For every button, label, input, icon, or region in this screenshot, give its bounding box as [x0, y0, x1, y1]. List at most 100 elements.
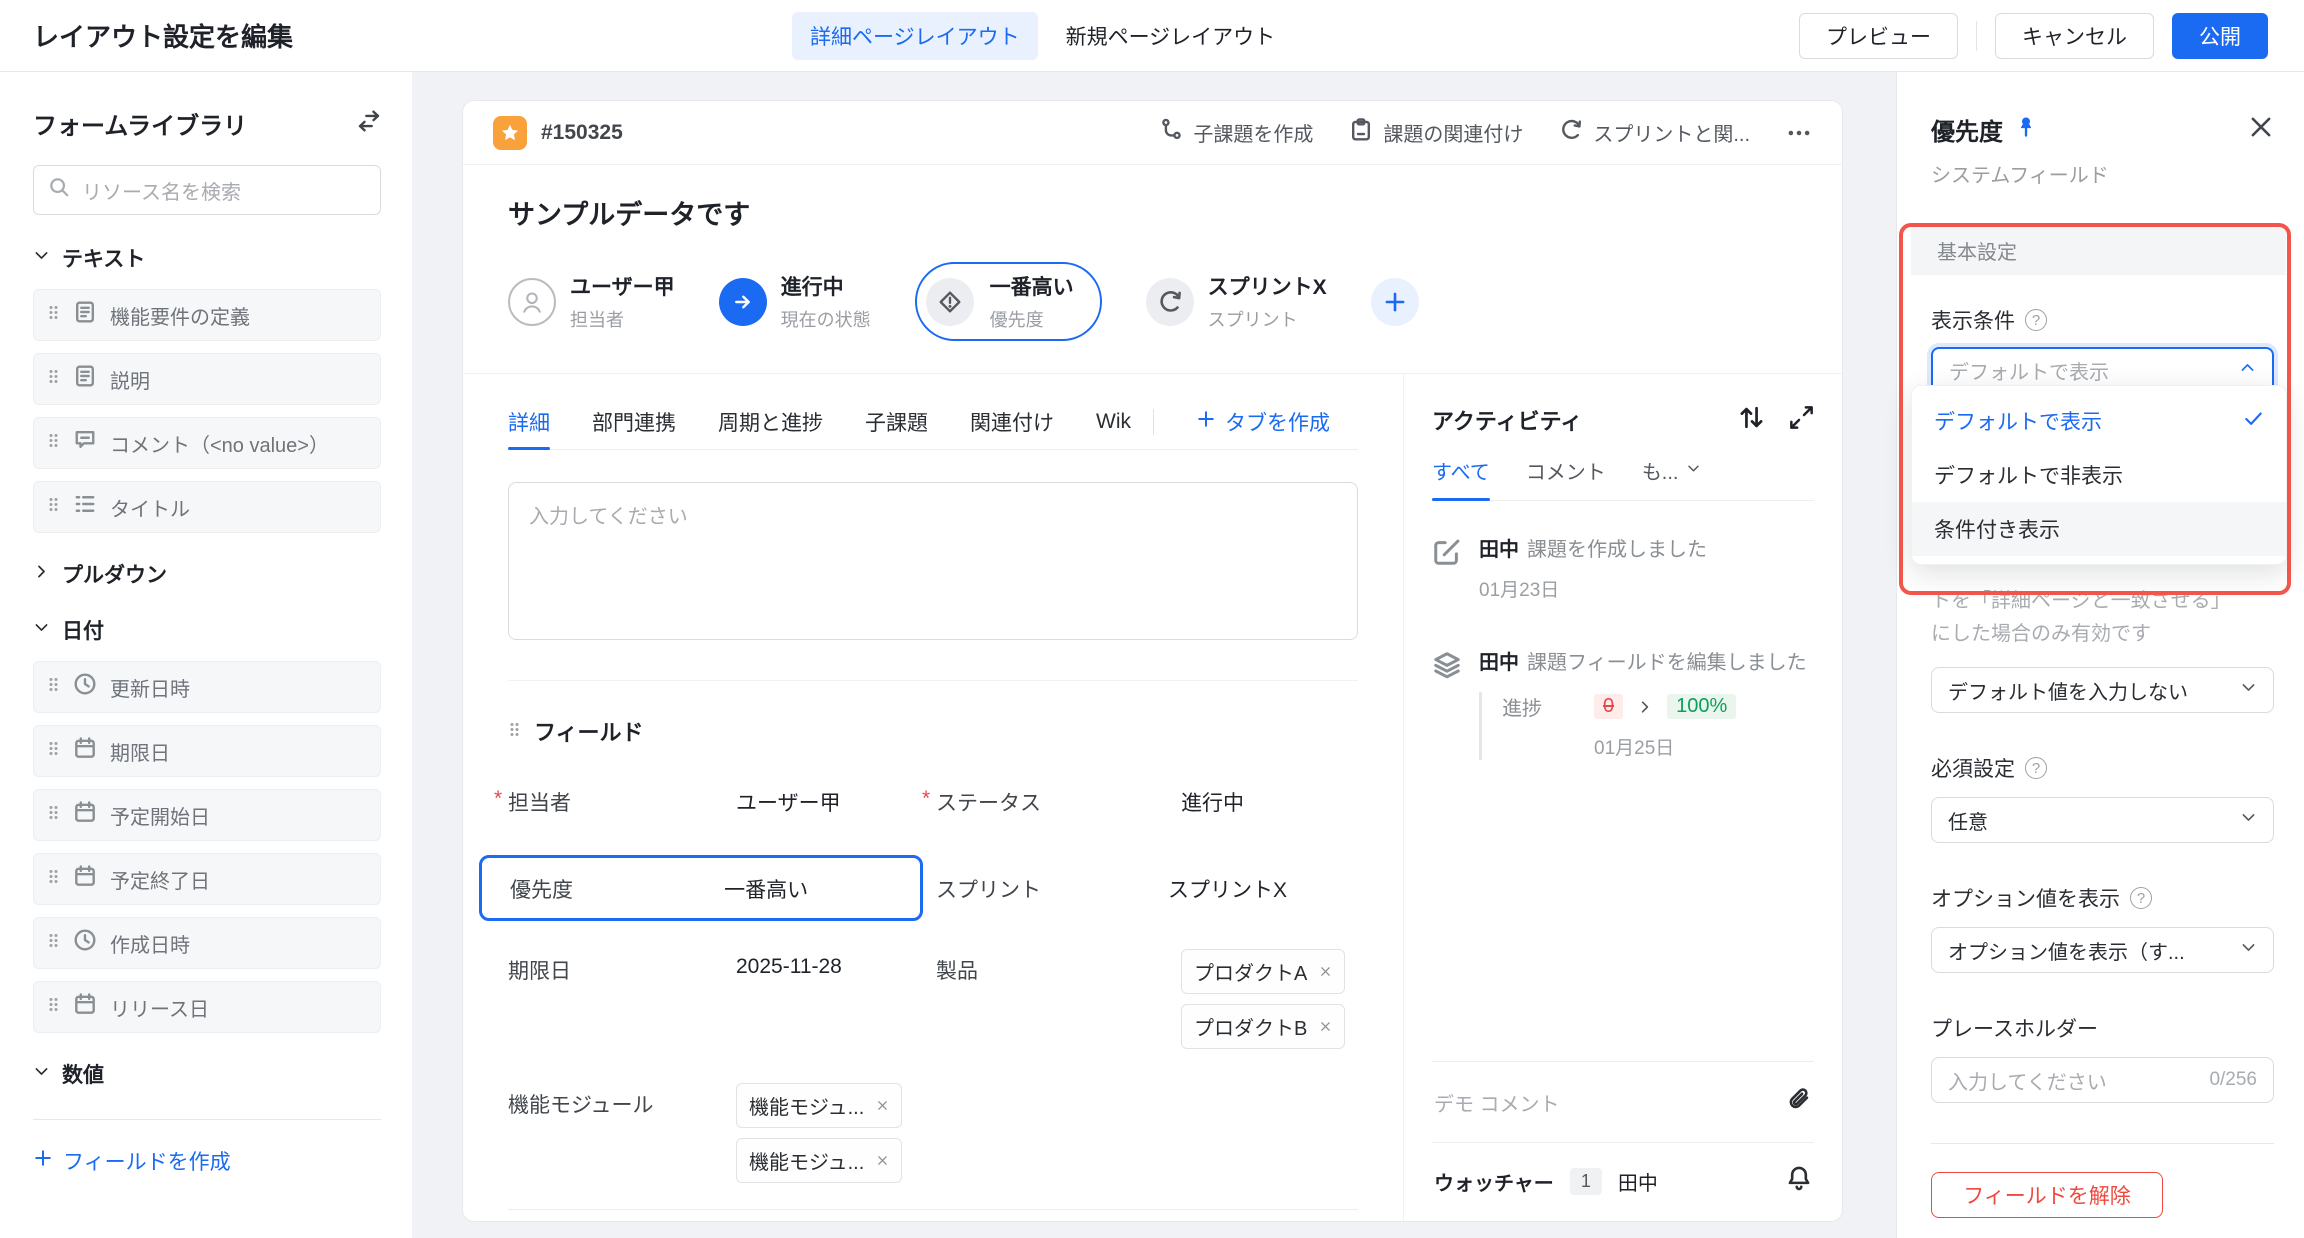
- cancel-button[interactable]: キャンセル: [1995, 12, 2154, 59]
- help-question-icon[interactable]: [2025, 757, 2047, 779]
- tab-department[interactable]: 部門連携: [592, 394, 676, 449]
- tab-new-page-layout[interactable]: 新規ページレイアウト: [1048, 12, 1294, 60]
- chevron-down-icon: [33, 246, 50, 270]
- drag-handle-icon[interactable]: [47, 932, 60, 955]
- product-tag[interactable]: プロダクトB: [1181, 1004, 1346, 1049]
- drag-handle-icon[interactable]: [47, 496, 60, 519]
- remove-tag-icon[interactable]: [876, 1099, 889, 1112]
- create-tab-button[interactable]: タブを作成: [1196, 407, 1330, 437]
- module-tag[interactable]: 機能モジュ...: [736, 1083, 903, 1128]
- drag-handle-icon[interactable]: [47, 868, 60, 891]
- library-item-updated-time[interactable]: 更新日時: [33, 661, 381, 713]
- tab-cycle-progress[interactable]: 周期と進捗: [718, 394, 823, 449]
- priority-chip-selected[interactable]: 一番高い 優先度: [914, 262, 1102, 341]
- settings-field-type: システムフィールド: [1931, 165, 2109, 187]
- collapse-library-icon[interactable]: [357, 109, 381, 138]
- attachment-paperclip-icon[interactable]: [1786, 1086, 1812, 1118]
- page-title: レイアウト設定を編集: [33, 22, 294, 52]
- activity-tab-comments[interactable]: コメント: [1526, 456, 1606, 500]
- option-show-by-default[interactable]: デフォルトで表示: [1912, 394, 2286, 448]
- clipboard-link-icon: [1349, 117, 1373, 148]
- description-editor[interactable]: 入力してください: [508, 482, 1358, 640]
- activity-tab-more[interactable]: も...: [1642, 456, 1702, 500]
- required-setting-select[interactable]: 任意: [1931, 797, 2274, 843]
- status-chip[interactable]: 進行中 現在の状態: [718, 271, 871, 332]
- sprint-link-button[interactable]: スプリントと関...: [1559, 118, 1750, 148]
- field-value-status[interactable]: 進行中: [1181, 785, 1358, 817]
- drag-handle-icon[interactable]: [47, 432, 60, 455]
- preview-button[interactable]: プレビュー: [1799, 12, 1958, 59]
- remove-tag-icon[interactable]: [1319, 965, 1332, 978]
- section-text[interactable]: テキスト: [33, 243, 381, 273]
- section-number[interactable]: 数値: [33, 1059, 381, 1089]
- priority-field-selected[interactable]: 優先度 一番高い: [479, 855, 923, 921]
- activity-user[interactable]: 田中: [1479, 652, 1519, 674]
- bell-icon[interactable]: [1786, 1165, 1812, 1197]
- product-tag[interactable]: プロダクトA: [1181, 949, 1346, 994]
- library-item-title[interactable]: タイトル: [33, 481, 381, 533]
- assignee-chip[interactable]: ユーザー甲 担当者: [508, 271, 675, 332]
- create-field-button[interactable]: フィールドを作成: [33, 1146, 381, 1176]
- field-value-sprint[interactable]: スプリントX: [1168, 872, 1358, 904]
- publish-button[interactable]: 公開: [2172, 12, 2268, 59]
- drag-handle-icon[interactable]: [508, 718, 521, 744]
- search-input[interactable]: リソース名を検索: [33, 165, 381, 215]
- form-library-sidebar: フォームライブラリ リソース名を検索 テキスト 機能要件の定義 説明 コメント（…: [0, 72, 412, 1238]
- field-value-assignee[interactable]: ユーザー甲: [736, 785, 936, 817]
- drag-handle-icon[interactable]: [47, 740, 60, 763]
- option-value-display-select[interactable]: オプション値を表示（す...: [1931, 927, 2274, 973]
- remove-tag-icon[interactable]: [1319, 1020, 1332, 1033]
- drag-handle-icon[interactable]: [47, 676, 60, 699]
- drag-handle-icon[interactable]: [47, 368, 60, 391]
- placeholder-input[interactable]: 入力してください 0/256: [1931, 1057, 2274, 1103]
- required-marker: *: [922, 787, 931, 810]
- activity-entry: 田中 課題を作成しました 01月23日: [1432, 535, 1814, 602]
- activity-tab-all[interactable]: すべて: [1432, 456, 1490, 501]
- more-actions-button[interactable]: [1786, 120, 1812, 146]
- module-tag[interactable]: 機能モジュ...: [736, 1138, 903, 1183]
- tab-wiki[interactable]: Wik: [1096, 394, 1131, 449]
- sort-order-icon[interactable]: [1738, 404, 1765, 436]
- tab-detail-page-layout[interactable]: 詳細ページレイアウト: [792, 12, 1038, 60]
- remove-field-button[interactable]: フィールドを解除: [1931, 1172, 2163, 1218]
- library-item-planned-end[interactable]: 予定終了日: [33, 853, 381, 905]
- help-question-icon[interactable]: [2025, 309, 2047, 331]
- library-item-created-time[interactable]: 作成日時: [33, 917, 381, 969]
- tab-links[interactable]: 関連付け: [970, 394, 1054, 449]
- watcher-names[interactable]: 田中: [1618, 1167, 1658, 1196]
- library-item-planned-start[interactable]: 予定開始日: [33, 789, 381, 841]
- document-icon: [73, 300, 97, 330]
- library-item-due-date[interactable]: 期限日: [33, 725, 381, 777]
- issue-id: #150325: [541, 120, 623, 144]
- sprint-chip[interactable]: スプリントX スプリント: [1145, 271, 1327, 332]
- tab-detail[interactable]: 詳細: [508, 394, 550, 450]
- add-attribute-chip[interactable]: [1370, 277, 1419, 326]
- display-condition-label: 表示条件: [1931, 305, 2274, 335]
- default-value-select[interactable]: デフォルト値を入力しない: [1931, 667, 2274, 713]
- fields-group-header[interactable]: フィールド: [508, 715, 1358, 747]
- section-date[interactable]: 日付: [33, 615, 381, 645]
- comment-placeholder: デモ コメント: [1434, 1093, 1560, 1116]
- option-hide-by-default[interactable]: デフォルトで非表示: [1912, 448, 2286, 502]
- remove-tag-icon[interactable]: [876, 1154, 889, 1167]
- pushpin-icon[interactable]: [2015, 116, 2037, 143]
- drag-handle-icon[interactable]: [47, 304, 60, 327]
- drag-handle-icon[interactable]: [47, 804, 60, 827]
- library-item-requirement[interactable]: 機能要件の定義: [33, 289, 381, 341]
- close-icon[interactable]: [2248, 114, 2274, 145]
- option-conditional-display[interactable]: 条件付き表示: [1912, 502, 2286, 556]
- tab-subtasks[interactable]: 子課題: [865, 394, 928, 449]
- library-item-comment[interactable]: コメント（<no value>）: [33, 417, 381, 469]
- section-dropdown[interactable]: プルダウン: [33, 559, 381, 589]
- create-subtask-button[interactable]: 子課題を作成: [1159, 118, 1313, 148]
- link-issue-button[interactable]: 課題の関連付け: [1349, 117, 1523, 148]
- comment-input[interactable]: デモ コメント: [1432, 1061, 1814, 1142]
- library-item-release-date[interactable]: リリース日: [33, 981, 381, 1033]
- help-question-icon[interactable]: [2130, 887, 2152, 909]
- search-icon: [48, 176, 70, 204]
- drag-handle-icon[interactable]: [47, 996, 60, 1019]
- field-value-due-date[interactable]: 2025-11-28: [736, 953, 936, 979]
- library-item-description[interactable]: 説明: [33, 353, 381, 405]
- activity-user[interactable]: 田中: [1479, 539, 1519, 561]
- expand-panel-icon[interactable]: [1789, 405, 1814, 435]
